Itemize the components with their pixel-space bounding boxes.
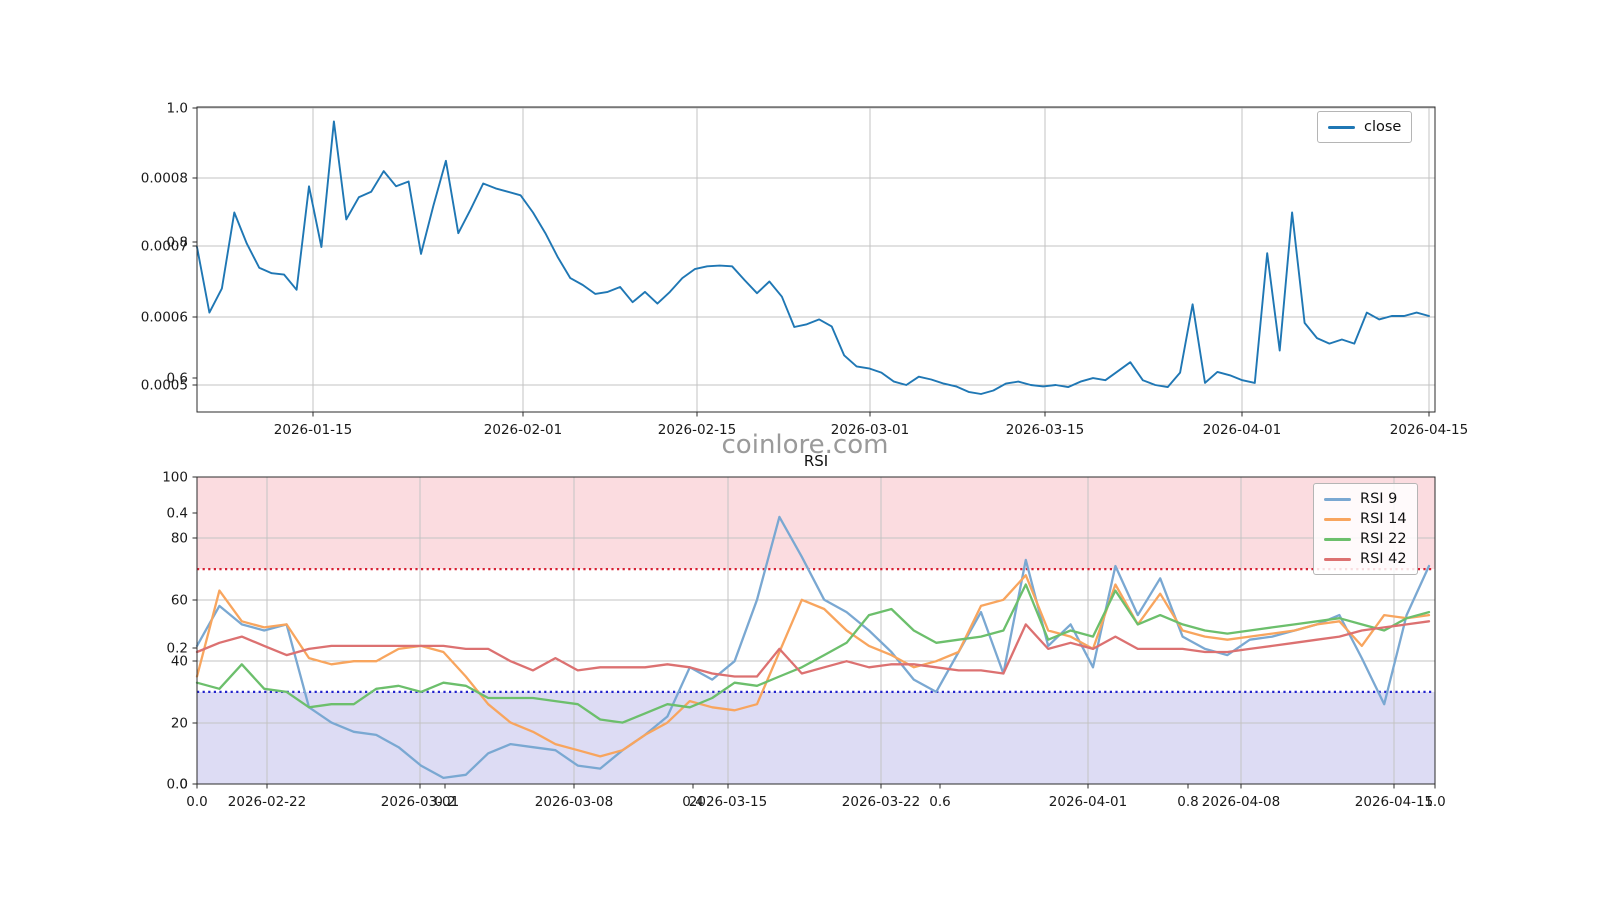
rsi-x-norm-tick-label: 0.0 bbox=[186, 794, 207, 810]
overbought-band bbox=[197, 477, 1435, 570]
price-legend-item: close bbox=[1328, 117, 1401, 137]
rsi-legend-label: RSI 42 bbox=[1360, 551, 1407, 567]
rsi-x-norm-tick-label: 1.0 bbox=[1424, 794, 1445, 810]
rsi-y-norm-tick-label: 0.2 bbox=[167, 641, 188, 657]
rsi-legend-item: RSI 22 bbox=[1324, 529, 1407, 549]
rsi-legend-swatch bbox=[1324, 497, 1351, 501]
rsi-legend-item: RSI 14 bbox=[1324, 509, 1407, 529]
rsi-y-tick-label: 60 bbox=[171, 593, 188, 609]
rsi-x-date-tick-label: 2026-04-08 bbox=[1202, 794, 1280, 810]
norm-y-tick-label: 0.6 bbox=[167, 371, 188, 387]
rsi-chart-title: RSI bbox=[803, 452, 829, 470]
rsi-y-tick-label: 80 bbox=[171, 531, 188, 547]
price-y-tick-label: 0.0006 bbox=[141, 310, 188, 326]
rsi-legend-label: RSI 14 bbox=[1360, 511, 1407, 527]
price-y-tick-label: 0.0008 bbox=[141, 171, 188, 187]
rsi-legend-item: RSI 9 bbox=[1324, 489, 1407, 509]
price-x-tick-label: 2026-04-01 bbox=[1203, 422, 1281, 438]
price-legend: close bbox=[1317, 111, 1413, 143]
close-line bbox=[196, 120, 1430, 395]
rsi42-line bbox=[195, 620, 1431, 678]
rsi-legend: RSI 9 RSI 14 RSI 22 RSI 42 bbox=[1313, 483, 1418, 575]
price-legend-swatch bbox=[1328, 125, 1355, 129]
norm-y-tick-label: 1.0 bbox=[167, 101, 188, 117]
rsi-legend-swatch bbox=[1324, 557, 1351, 561]
rsi-legend-item: RSI 42 bbox=[1324, 549, 1407, 569]
price-x-tick-label: 2026-01-15 bbox=[274, 422, 352, 438]
rsi-y-norm-tick-label: 0.0 bbox=[167, 777, 188, 793]
rsi-legend-swatch bbox=[1324, 517, 1351, 521]
figure-canvas: 2026-01-15 2026-02-01 2026-02-15 2026-03-01… bbox=[0, 0, 1600, 900]
rsi-legend-swatch bbox=[1324, 537, 1351, 541]
price-x-tick-label: 2026-03-15 bbox=[1006, 422, 1084, 438]
price-x-tick-label: 2026-04-15 bbox=[1390, 422, 1468, 438]
norm-y-tick-label: 0.8 bbox=[167, 235, 188, 251]
rsi-x-date-tick-label: 2026-04-01 bbox=[1049, 794, 1127, 810]
rsi-x-date-tick-label: 2026-04-15 bbox=[1355, 794, 1433, 810]
rsi-x-norm-tick-label: 0.8 bbox=[1177, 794, 1198, 810]
axes-frame bbox=[196, 106, 1436, 413]
price-legend-label: close bbox=[1364, 119, 1402, 135]
rsi-x-date-tick-label: 2026-03-22 bbox=[842, 794, 920, 810]
rsi-legend-label: RSI 9 bbox=[1360, 491, 1398, 507]
rsi-legend-label: RSI 22 bbox=[1360, 531, 1407, 547]
price-x-tick-label: 2026-02-01 bbox=[484, 422, 562, 438]
rsi-y-tick-label: 100 bbox=[162, 470, 188, 486]
rsi-x-norm-tick-label: 0.6 bbox=[929, 794, 950, 810]
rsi-y-norm-tick-label: 0.4 bbox=[167, 506, 188, 522]
rsi-x-date-tick-label: 2026-02-22 bbox=[228, 794, 306, 810]
rsi-y-tick-label: 20 bbox=[171, 716, 188, 732]
rsi-x-norm-tick-label: 0.2 bbox=[434, 794, 455, 810]
rsi-x-date-tick-label: 2026-03-08 bbox=[535, 794, 613, 810]
rsi-x-norm-tick-label: 0.4 bbox=[682, 794, 703, 810]
